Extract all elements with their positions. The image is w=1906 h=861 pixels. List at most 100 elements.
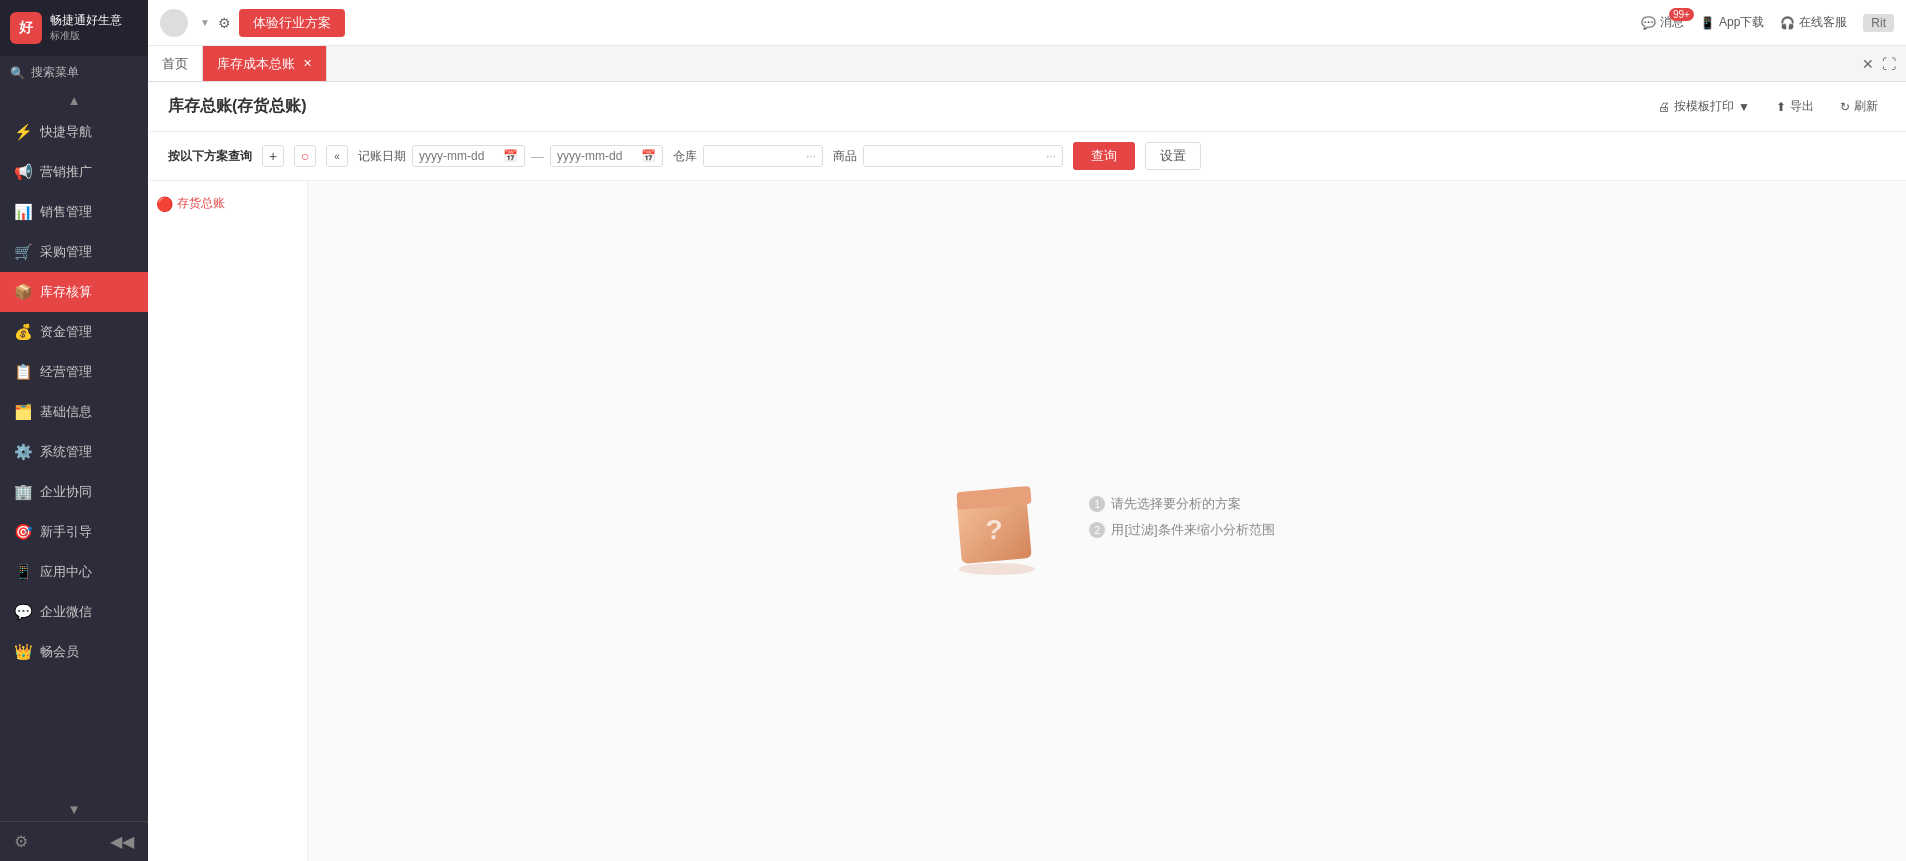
sidebar-item-finance[interactable]: 💰 资金管理 xyxy=(0,312,148,352)
empty-illustration: ? xyxy=(939,461,1059,581)
date-field-label: 记账日期 xyxy=(358,148,406,165)
topbar-user-area: ▼ xyxy=(160,9,210,37)
app-name: 畅捷通好生意 xyxy=(50,13,122,29)
scheme-icon: 🔴 xyxy=(156,196,173,212)
filter-add-btn[interactable]: + xyxy=(262,145,284,167)
inventory-icon: 📦 xyxy=(14,283,32,301)
date-filter-group: 记账日期 📅 — 📅 xyxy=(358,145,663,167)
expand-icon[interactable]: ⛶ xyxy=(1882,56,1896,72)
refresh-icon: ↻ xyxy=(1840,100,1850,114)
empty-hint-list: 1 请先选择要分析的方案 2 用[过滤]条件来缩小分析范围 xyxy=(1089,495,1274,539)
date-start-input[interactable] xyxy=(419,149,499,163)
warehouse-field-label: 仓库 xyxy=(673,148,697,165)
app-download-action[interactable]: 📱 App下载 xyxy=(1700,14,1764,31)
sidebar-item-label: 企业微信 xyxy=(40,603,92,621)
sidebar: 好 畅捷通好生意 标准版 🔍 搜索菜单 ▲ ⚡ 快捷导航 📢 营销推广 📊 销售… xyxy=(0,0,148,861)
sidebar-item-operation[interactable]: 📋 经营管理 xyxy=(0,352,148,392)
logo-text-area: 畅捷通好生意 标准版 xyxy=(50,13,122,43)
sidebar-scroll-up-button[interactable]: ▲ xyxy=(0,89,148,112)
sidebar-item-label: 营销推广 xyxy=(40,163,92,181)
filter-collapse-btn[interactable]: « xyxy=(326,145,348,167)
collapse-sidebar-icon[interactable]: ◀◀ xyxy=(110,832,134,851)
sidebar-item-inventory[interactable]: 📦 库存核算 xyxy=(0,272,148,312)
sidebar-item-wechat[interactable]: 💬 企业微信 xyxy=(0,592,148,632)
filter-label: 按以下方案查询 xyxy=(168,148,252,165)
date-end-input[interactable] xyxy=(557,149,637,163)
online-service-action[interactable]: 🎧 在线客服 xyxy=(1780,14,1847,31)
sidebar-nav: ⚡ 快捷导航 📢 营销推广 📊 销售管理 🛒 采购管理 📦 库存核算 💰 资金管… xyxy=(0,112,148,798)
wechat-icon: 💬 xyxy=(14,603,32,621)
scheme-panel: 🔴 存货总账 xyxy=(148,181,308,861)
trial-btn[interactable]: 体验行业方案 xyxy=(239,9,345,37)
app-download-label: App下载 xyxy=(1719,14,1764,31)
marketing-icon: 📢 xyxy=(14,163,32,181)
hint-text-2: 用[过滤]条件来缩小分析范围 xyxy=(1111,521,1274,539)
sidebar-item-sales[interactable]: 📊 销售管理 xyxy=(0,192,148,232)
sidebar-bottom: ⚙ ◀◀ xyxy=(0,821,148,861)
message-badge: 99+ xyxy=(1669,8,1694,21)
print-icon: 🖨 xyxy=(1658,100,1670,114)
tab-inventory-ledger[interactable]: 库存成本总账 ✕ xyxy=(203,46,327,82)
sidebar-item-marketing[interactable]: 📢 营销推广 xyxy=(0,152,148,192)
sidebar-item-enterprise[interactable]: 🏢 企业协同 xyxy=(0,472,148,512)
calendar-start-icon[interactable]: 📅 xyxy=(503,149,518,163)
query-btn[interactable]: 查询 xyxy=(1073,142,1135,170)
calendar-end-icon[interactable]: 📅 xyxy=(641,149,656,163)
newbie-icon: 🎯 xyxy=(14,523,32,541)
topbar-gear-icon[interactable]: ⚙ xyxy=(218,15,231,31)
filter-remove-btn[interactable]: ○ xyxy=(294,145,316,167)
sidebar-item-appcenter[interactable]: 📱 应用中心 xyxy=(0,552,148,592)
avatar xyxy=(160,9,188,37)
dropdown-icon[interactable]: ▼ xyxy=(200,17,210,28)
finance-icon: 💰 xyxy=(14,323,32,341)
sidebar-item-vip[interactable]: 👑 畅会员 xyxy=(0,632,148,672)
tab-close-icon[interactable]: ✕ xyxy=(303,57,312,70)
page-header: 库存总账(存货总账) 🖨 按模板打印 ▼ ⬆ 导出 ↻ 刷新 xyxy=(148,82,1906,132)
setting-btn[interactable]: 设置 xyxy=(1145,142,1201,170)
sidebar-search-label: 搜索菜单 xyxy=(31,64,79,81)
goods-more-icon[interactable]: ··· xyxy=(1046,149,1056,163)
hint-item-1: 1 请先选择要分析的方案 xyxy=(1089,495,1274,513)
sidebar-scroll-down-button[interactable]: ▼ xyxy=(0,798,148,821)
message-action[interactable]: 💬 消息 99+ xyxy=(1641,14,1684,31)
svg-point-3 xyxy=(959,563,1035,575)
hint-num-1: 1 xyxy=(1089,496,1105,512)
tab-home[interactable]: 首页 xyxy=(148,46,203,82)
sidebar-item-purchase[interactable]: 🛒 采购管理 xyxy=(0,232,148,272)
warehouse-select[interactable]: ··· xyxy=(703,145,823,167)
settings-bottom-icon[interactable]: ⚙ xyxy=(14,832,28,851)
close-panel-icon[interactable]: ✕ xyxy=(1862,56,1874,72)
sidebar-item-basic[interactable]: 🗂️ 基础信息 xyxy=(0,392,148,432)
scheme-item-inventory-ledger[interactable]: 🔴 存货总账 xyxy=(148,191,307,216)
main-area: ▼ ⚙ 体验行业方案 💬 消息 99+ 📱 App下载 🎧 在线客服 Rit 首… xyxy=(148,0,1906,861)
online-service-icon: 🎧 xyxy=(1780,16,1795,30)
main-content: 🔴 存货总账 xyxy=(148,181,1906,861)
filter-bar: 按以下方案查询 + ○ « 记账日期 📅 — 📅 xyxy=(148,132,1906,181)
topbar-user-display[interactable]: Rit xyxy=(1863,14,1894,32)
app-download-icon: 📱 xyxy=(1700,16,1715,30)
page-header-actions: 🖨 按模板打印 ▼ ⬆ 导出 ↻ 刷新 xyxy=(1650,94,1886,131)
sidebar-item-system[interactable]: ⚙️ 系统管理 xyxy=(0,432,148,472)
sidebar-item-label: 快捷导航 xyxy=(40,123,92,141)
empty-hints: 1 请先选择要分析的方案 2 用[过滤]条件来缩小分析范围 xyxy=(1089,495,1274,547)
quicknav-icon: ⚡ xyxy=(14,123,32,141)
sidebar-item-newbie[interactable]: 🎯 新手引导 xyxy=(0,512,148,552)
purchase-icon: 🛒 xyxy=(14,243,32,261)
refresh-btn[interactable]: ↻ 刷新 xyxy=(1832,94,1886,119)
search-icon: 🔍 xyxy=(10,66,25,80)
scheme-item-label: 存货总账 xyxy=(177,195,225,212)
print-btn[interactable]: 🖨 按模板打印 ▼ xyxy=(1650,94,1758,119)
sidebar-item-label: 销售管理 xyxy=(40,203,92,221)
hint-item-2: 2 用[过滤]条件来缩小分析范围 xyxy=(1089,521,1274,539)
sidebar-item-label: 企业协同 xyxy=(40,483,92,501)
sidebar-item-quicknav[interactable]: ⚡ 快捷导航 xyxy=(0,112,148,152)
sidebar-item-label: 经营管理 xyxy=(40,363,92,381)
sidebar-search-item[interactable]: 🔍 搜索菜单 xyxy=(0,56,148,89)
filter-row: 记账日期 📅 — 📅 仓库 ··· xyxy=(358,145,1063,167)
goods-select[interactable]: ··· xyxy=(863,145,1063,167)
app-badge: 标准版 xyxy=(50,29,122,43)
export-btn[interactable]: ⬆ 导出 xyxy=(1768,94,1822,119)
sidebar-item-label: 系统管理 xyxy=(40,443,92,461)
sidebar-item-label: 采购管理 xyxy=(40,243,92,261)
warehouse-more-icon[interactable]: ··· xyxy=(806,149,816,163)
